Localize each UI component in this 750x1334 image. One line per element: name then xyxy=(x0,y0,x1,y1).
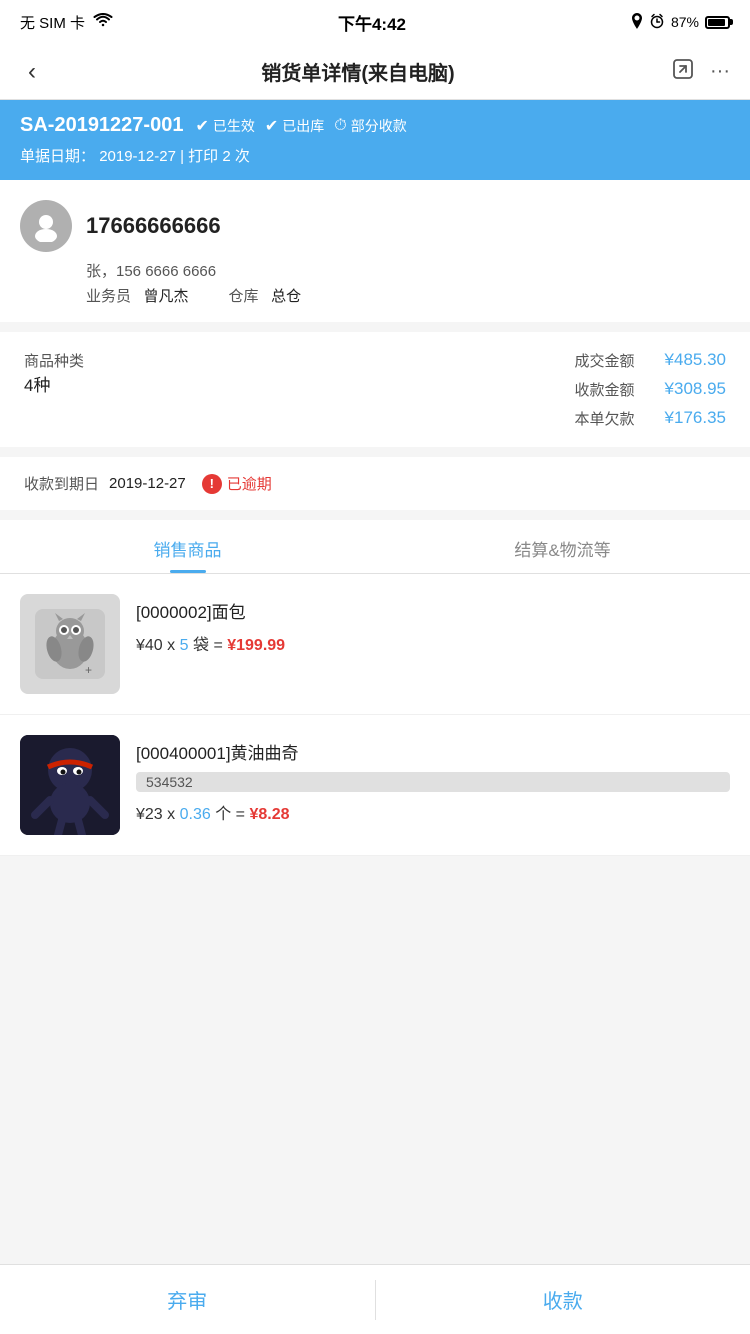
amounts: 成交金额 ¥485.30 收款金额 ¥308.95 本单欠款 ¥176.35 xyxy=(575,350,726,429)
tab-sales-products[interactable]: 销售商品 xyxy=(0,520,375,573)
tab-settlement[interactable]: 结算&物流等 xyxy=(375,520,750,573)
warehouse-info: 仓库 总仓 xyxy=(229,285,302,306)
location-icon xyxy=(631,13,643,32)
bottom-spacer xyxy=(0,856,750,936)
nav-actions: ··· xyxy=(672,58,730,86)
product-item: + [0000002]面包 ¥40 x 5 袋 = ¥199.99 xyxy=(0,574,750,715)
battery-percentage: 87% xyxy=(671,14,699,30)
category-info: 商品种类 4种 xyxy=(24,350,84,396)
collected-row: 收款金额 ¥308.95 xyxy=(575,379,726,400)
status-badges: ✔ 已生效 ✔ 已出库 ⏱ 部分收款 xyxy=(195,116,406,136)
product-thumbnail-1: + xyxy=(20,594,120,694)
category-label: 商品种类 xyxy=(24,350,84,371)
customer-info: 张，156 6666 6666 xyxy=(20,260,730,281)
debt-label: 本单欠款 xyxy=(575,408,635,429)
due-date-section: 收款到期日 2019-12-27 ! 已逾期 xyxy=(0,457,750,510)
user-icon xyxy=(30,210,62,242)
customer-name: 17666666666 xyxy=(86,213,221,239)
bottom-bar: 弃审 收款 xyxy=(0,1264,750,1334)
status-right: 87% xyxy=(631,13,730,32)
product-name-1: [0000002]面包 xyxy=(136,598,730,623)
nav-bar: ‹ 销货单详情(来自电脑) ··· xyxy=(0,44,750,100)
product-total-2: ¥8.28 xyxy=(249,806,289,823)
avatar xyxy=(20,200,72,252)
due-label: 收款到期日 xyxy=(24,473,99,494)
clock-icon: ⏱ xyxy=(334,117,346,135)
product-badge-2: 534532 xyxy=(136,772,730,792)
tabs-section: 销售商品 结算&物流等 xyxy=(0,520,750,574)
status-time: 下午4:42 xyxy=(338,10,406,35)
order-header: SA-20191227-001 ✔ 已生效 ✔ 已出库 ⏱ 部分收款 单据日期：… xyxy=(0,100,750,180)
share-icon[interactable] xyxy=(672,58,694,86)
collected-label: 收款金额 xyxy=(575,379,635,400)
overdue-dot-icon: ! xyxy=(202,474,222,494)
tab-underline xyxy=(170,570,206,573)
customer-sub-info: 张，156 6666 6666 xyxy=(86,260,730,281)
status-badge-3: ⏱ 部分收款 xyxy=(334,116,406,136)
product-image-1: + xyxy=(20,594,120,694)
check-icon-1: ✔ xyxy=(195,116,208,136)
overdue-badge: ! 已逾期 xyxy=(202,473,272,494)
product-total-1: ¥199.99 xyxy=(227,637,285,654)
overdue-text: 已逾期 xyxy=(227,473,272,494)
back-button[interactable]: ‹ xyxy=(20,50,44,94)
deal-amount-value: ¥485.30 xyxy=(665,350,726,371)
category-value: 4种 xyxy=(24,371,84,396)
svg-text:+: + xyxy=(85,663,92,677)
carrier-text: 无 SIM 卡 xyxy=(20,12,85,33)
page-title: 销货单详情(来自电脑) xyxy=(261,57,454,86)
product-image-2 xyxy=(20,735,120,835)
order-id: SA-20191227-001 xyxy=(20,114,183,137)
product-info-2: [000400001]黄油曲奇 534532 ¥23 x 0.36 个 = ¥8… xyxy=(136,735,730,824)
owl-icon: + xyxy=(35,609,105,679)
order-meta: 单据日期： 2019-12-27 | 打印 2 次 xyxy=(20,145,730,166)
products-section: + [0000002]面包 ¥40 x 5 袋 = ¥199.99 xyxy=(0,574,750,856)
debt-value: ¥176.35 xyxy=(665,408,726,429)
due-date-value: 2019-12-27 xyxy=(109,475,186,492)
deal-amount-label: 成交金额 xyxy=(575,350,635,371)
reject-button[interactable]: 弃审 xyxy=(0,1269,375,1330)
alarm-icon xyxy=(649,13,665,32)
check-icon-2: ✔ xyxy=(265,116,278,136)
status-bar: 无 SIM 卡 下午4:42 87% xyxy=(0,0,750,44)
collected-value: ¥308.95 xyxy=(665,379,726,400)
product-info-1: [0000002]面包 ¥40 x 5 袋 = ¥199.99 xyxy=(136,594,730,655)
product-price-1: ¥40 x 5 袋 = ¥199.99 xyxy=(136,631,730,655)
product-qty-1: 5 xyxy=(180,637,189,654)
status-left: 无 SIM 卡 xyxy=(20,12,113,33)
debt-row: 本单欠款 ¥176.35 xyxy=(575,408,726,429)
order-id-row: SA-20191227-001 ✔ 已生效 ✔ 已出库 ⏱ 部分收款 xyxy=(20,114,730,137)
staff-info: 业务员 曾凡杰 xyxy=(86,285,189,306)
deal-amount-row: 成交金额 ¥485.30 xyxy=(575,350,726,371)
summary-row: 商品种类 4种 成交金额 ¥485.30 收款金额 ¥308.95 本单欠款 ¥… xyxy=(24,350,726,429)
product-name-2: [000400001]黄油曲奇 xyxy=(136,739,730,764)
tabs-row: 销售商品 结算&物流等 xyxy=(0,520,750,574)
collect-button[interactable]: 收款 xyxy=(376,1269,750,1330)
staff-warehouse-row: 业务员 曾凡杰 仓库 总仓 xyxy=(20,285,730,306)
product-thumbnail-2 xyxy=(20,735,120,835)
product-item-2: [000400001]黄油曲奇 534532 ¥23 x 0.36 个 = ¥8… xyxy=(0,715,750,856)
customer-card: 17666666666 张，156 6666 6666 业务员 曾凡杰 仓库 总… xyxy=(0,180,750,322)
summary-section: 商品种类 4种 成交金额 ¥485.30 收款金额 ¥308.95 本单欠款 ¥… xyxy=(0,332,750,447)
product-qty-2: 0.36 xyxy=(180,806,211,823)
more-icon[interactable]: ··· xyxy=(710,60,730,83)
wifi-icon xyxy=(93,13,113,32)
status-badge-2: ✔ 已出库 xyxy=(265,116,324,136)
customer-row: 17666666666 xyxy=(20,200,730,252)
product-price-2: ¥23 x 0.36 个 = ¥8.28 xyxy=(136,800,730,824)
battery-icon xyxy=(705,16,730,29)
status-badge-1: ✔ 已生效 xyxy=(195,116,254,136)
